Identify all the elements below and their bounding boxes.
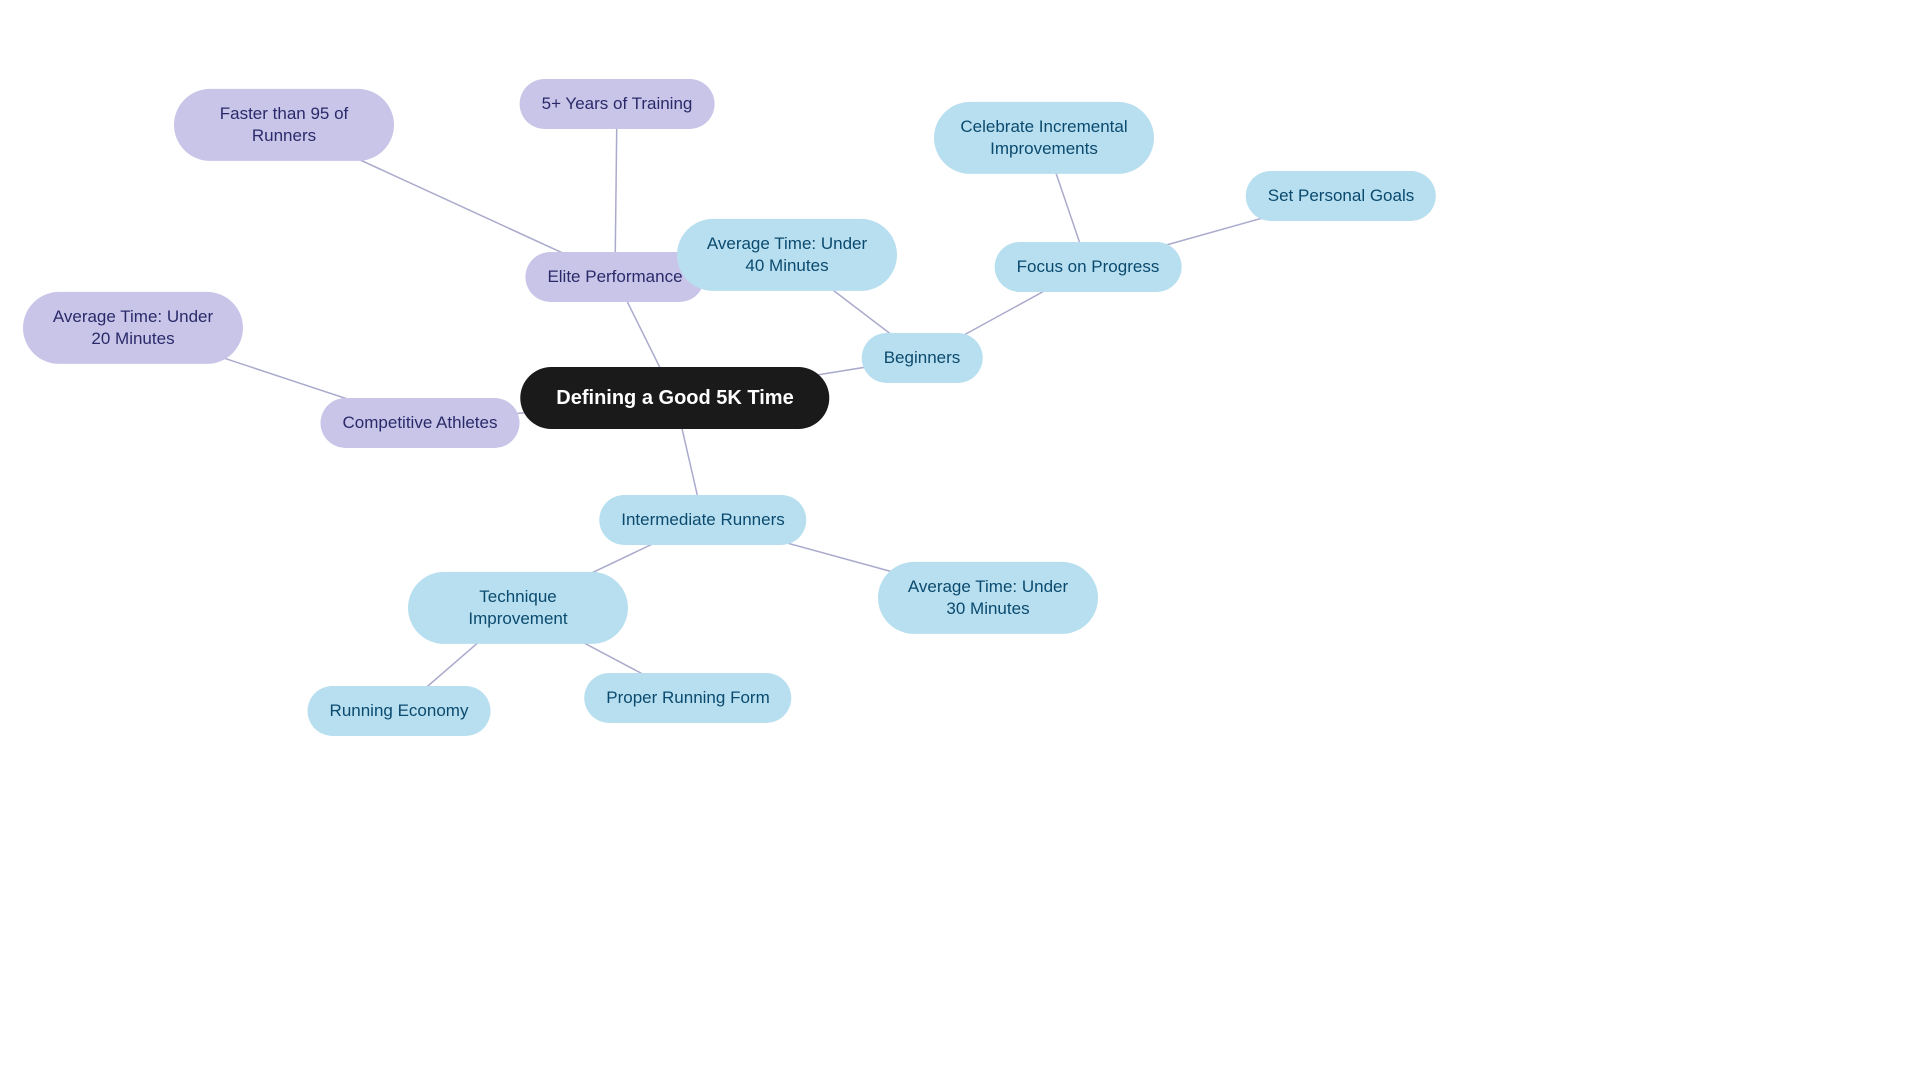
node-beginners[interactable]: Beginners xyxy=(862,333,983,383)
node-technique[interactable]: Technique Improvement xyxy=(408,572,628,644)
node-5years[interactable]: 5+ Years of Training xyxy=(520,79,715,129)
node-intermediate[interactable]: Intermediate Runners xyxy=(599,495,806,545)
node-focusprogress[interactable]: Focus on Progress xyxy=(995,242,1182,292)
node-under30[interactable]: Average Time: Under 30 Minutes xyxy=(878,562,1098,634)
node-under40[interactable]: Average Time: Under 40 Minutes xyxy=(677,219,897,291)
node-runningeconomy[interactable]: Running Economy xyxy=(308,686,491,736)
node-properform[interactable]: Proper Running Form xyxy=(584,673,791,723)
node-setgoals[interactable]: Set Personal Goals xyxy=(1246,171,1436,221)
node-under20[interactable]: Average Time: Under 20 Minutes xyxy=(23,292,243,364)
mind-map: Defining a Good 5K Time Elite Performanc… xyxy=(0,0,1920,1083)
node-celebrate[interactable]: Celebrate Incremental Improvements xyxy=(934,102,1154,174)
node-faster95[interactable]: Faster than 95 of Runners xyxy=(174,89,394,161)
center-node[interactable]: Defining a Good 5K Time xyxy=(520,367,829,429)
node-competitive[interactable]: Competitive Athletes xyxy=(321,398,520,448)
